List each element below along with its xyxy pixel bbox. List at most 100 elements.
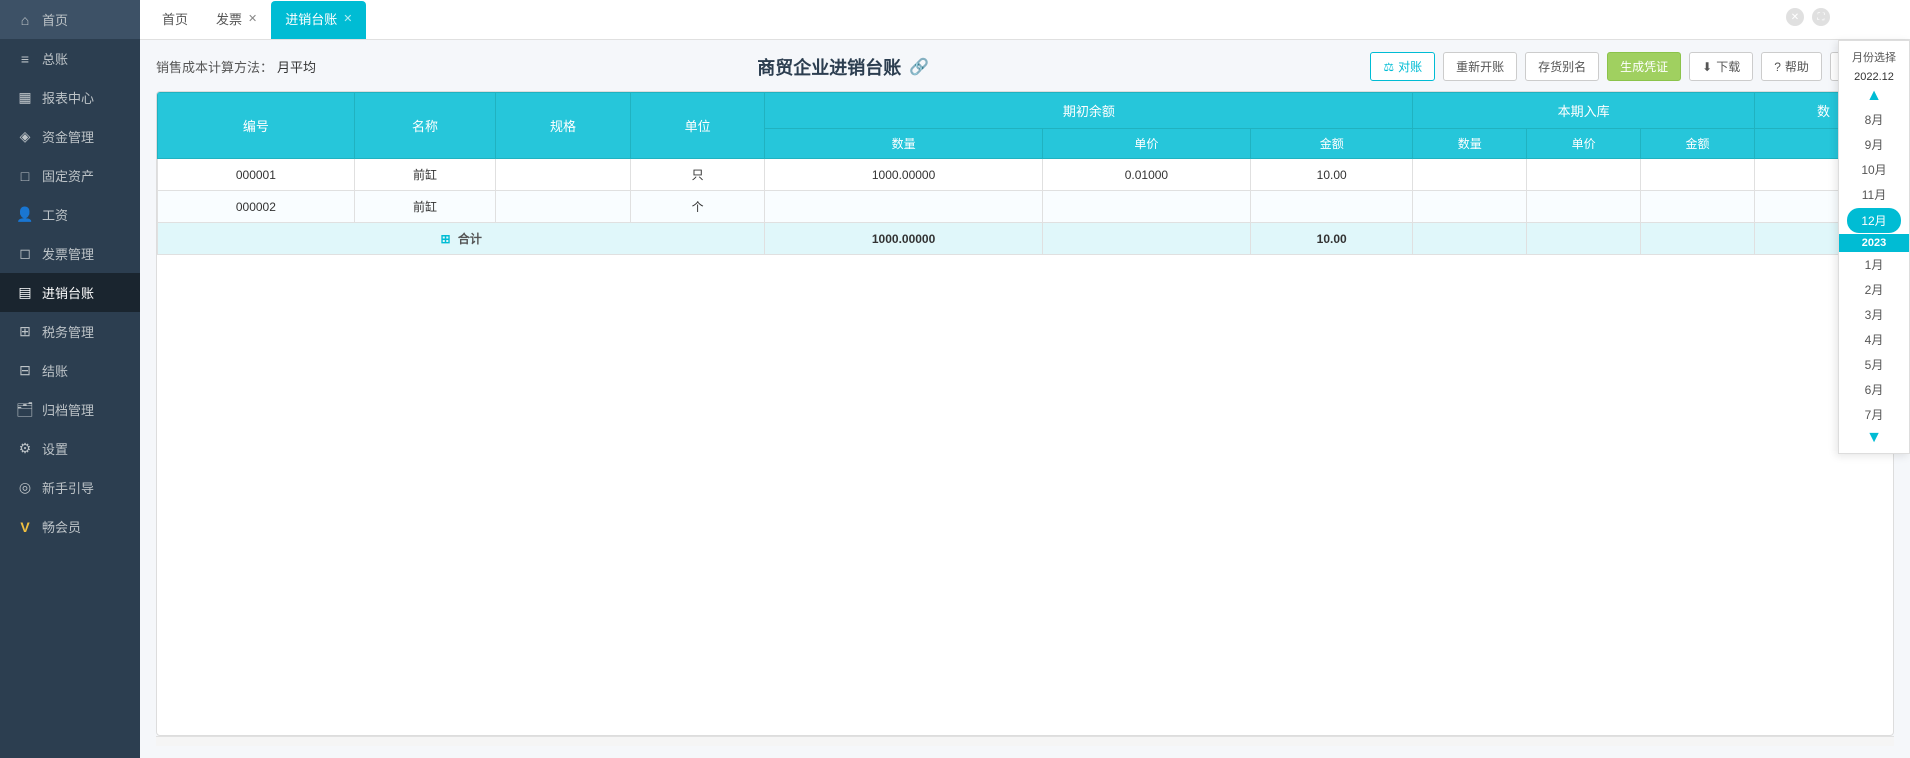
assets-icon: □ [16, 168, 34, 184]
total-icon: ⊞ [440, 232, 450, 246]
sidebar-item-label: 首页 [42, 10, 68, 29]
month-item-3[interactable]: 3月 [1839, 302, 1909, 327]
month-item-2[interactable]: 2月 [1839, 277, 1909, 302]
sidebar-item-funds[interactable]: ◈ 资金管理 [0, 117, 140, 156]
in-unit-price-header: 单价 [1527, 129, 1641, 159]
reconcile-icon: ⚖ [1383, 60, 1394, 74]
tab-home[interactable]: 首页 [148, 1, 202, 39]
help-button[interactable]: ? 帮助 [1761, 52, 1822, 81]
sidebar-item-assets[interactable]: □ 固定资产 [0, 156, 140, 195]
tab-purchase-sales[interactable]: 进销台账 ✕ [271, 1, 366, 39]
ledger-icon: ≡ [16, 51, 34, 67]
page-title: 商贸企业进销台账 [757, 54, 901, 80]
month-item-1[interactable]: 1月 [1839, 252, 1909, 277]
start-amount-header: 金额 [1251, 129, 1413, 159]
total-start-amount: 10.00 [1251, 223, 1413, 255]
total-in-qty [1413, 223, 1527, 255]
sidebar-item-purchase-sales[interactable]: ▤ 进销台账 [0, 273, 140, 312]
window-controls: ✕ ⛶ [1786, 8, 1830, 26]
month-item-6[interactable]: 6月 [1839, 377, 1909, 402]
period-in-header: 本期入库 [1413, 93, 1755, 129]
month-item-8[interactable]: 8月 [1839, 107, 1909, 132]
settings-icon: ⚙ [16, 440, 34, 457]
col-name-header: 名称 [354, 93, 495, 159]
sidebar-item-settings[interactable]: ⚙ 设置 [0, 429, 140, 468]
col-code-header: 编号 [158, 93, 355, 159]
window-close-button[interactable]: ✕ [1786, 8, 1804, 26]
reconcile-button[interactable]: ⚖ 对账 [1370, 52, 1435, 81]
tab-invoice-close[interactable]: ✕ [248, 12, 257, 25]
sidebar-item-close[interactable]: ⊟ 结账 [0, 351, 140, 390]
sidebar-item-label: 发票管理 [42, 244, 94, 263]
month-item-7[interactable]: 7月 [1839, 402, 1909, 427]
row2-in-unit-price [1527, 191, 1641, 223]
row2-unit: 个 [630, 191, 765, 223]
sidebar-item-home[interactable]: ⌂ 首页 [0, 0, 140, 39]
sidebar-item-label: 工资 [42, 205, 68, 224]
row2-spec [496, 191, 631, 223]
month-panel-year-2022: 2022.12 [1854, 69, 1894, 85]
table-row: 000001 前缸 只 1000.00000 0.01000 10.00 [158, 159, 1893, 191]
total-label: 合计 [458, 232, 482, 246]
total-row: ⊞ 合计 1000.00000 10.00 [158, 223, 1893, 255]
main-table: 编号 名称 规格 单位 期初余额 本期入库 数 数量 单价 金额 数量 单价 [157, 92, 1893, 255]
month-item-10[interactable]: 10月 [1839, 157, 1909, 182]
month-item-5[interactable]: 5月 [1839, 352, 1909, 377]
sidebar-item-tax[interactable]: ⊞ 税务管理 [0, 312, 140, 351]
sidebar-item-ledger[interactable]: ≡ 总账 [0, 39, 140, 78]
sidebar-item-guide[interactable]: ◎ 新手引导 [0, 468, 140, 507]
in-amount-header: 金额 [1641, 129, 1755, 159]
sidebar-item-invoice-mgmt[interactable]: ◻ 发票管理 [0, 234, 140, 273]
row1-in-unit-price [1527, 159, 1641, 191]
sidebar-item-label: 税务管理 [42, 322, 94, 341]
month-item-9[interactable]: 9月 [1839, 132, 1909, 157]
sidebar-item-vip[interactable]: V 畅会员 [0, 507, 140, 546]
month-item-12[interactable]: 12月 [1847, 208, 1901, 233]
sidebar-item-label: 固定资产 [42, 166, 94, 185]
title-info-icon[interactable]: 🔗 [909, 57, 929, 77]
page-title-area: 商贸企业进销台账 🔗 [316, 54, 1370, 80]
start-qty-header: 数量 [765, 129, 1042, 159]
total-start-qty: 1000.00000 [765, 223, 1042, 255]
month-panel-up-arrow[interactable]: ▲ [1866, 85, 1882, 107]
sidebar-item-label: 资金管理 [42, 127, 94, 146]
month-item-11[interactable]: 11月 [1839, 182, 1909, 207]
total-label-cell: ⊞ 合计 [158, 223, 765, 255]
row2-start-qty [765, 191, 1042, 223]
month-panel-year-2023: 2023 [1839, 234, 1909, 252]
tab-invoice[interactable]: 发票 ✕ [202, 1, 271, 39]
horizontal-scrollbar[interactable] [156, 736, 1894, 746]
reopen-button[interactable]: 重新开账 [1443, 52, 1517, 81]
sidebar-item-label: 报表中心 [42, 88, 94, 107]
sidebar-item-reports[interactable]: ▦ 报表中心 [0, 78, 140, 117]
tab-purchase-sales-label: 进销台账 [285, 9, 337, 28]
row1-unit: 只 [630, 159, 765, 191]
month-panel-title: 月份选择 [1852, 45, 1896, 69]
row2-start-unit-price [1042, 191, 1250, 223]
tax-icon: ⊞ [16, 323, 34, 340]
close-acct-icon: ⊟ [16, 362, 34, 379]
tab-invoice-label: 发票 [216, 9, 242, 28]
payroll-icon: 👤 [16, 206, 34, 223]
guide-icon: ◎ [16, 479, 34, 496]
row2-name: 前缸 [354, 191, 495, 223]
sidebar-item-label: 新手引导 [42, 478, 94, 497]
row1-name: 前缸 [354, 159, 495, 191]
row2-code: 000002 [158, 191, 355, 223]
month-panel-down-arrow[interactable]: ▼ [1866, 427, 1882, 449]
sidebar-item-payroll[interactable]: 👤 工资 [0, 195, 140, 234]
save-alias-button[interactable]: 存货别名 [1525, 52, 1599, 81]
row1-start-amount: 10.00 [1251, 159, 1413, 191]
reports-icon: ▦ [16, 89, 34, 106]
tab-purchase-sales-close[interactable]: ✕ [343, 12, 352, 25]
sidebar-item-archive[interactable]: 🗂 归档管理 [0, 390, 140, 429]
month-item-4[interactable]: 4月 [1839, 327, 1909, 352]
row1-spec [496, 159, 631, 191]
download-button[interactable]: ⬇ 下载 [1689, 52, 1753, 81]
help-icon: ? [1774, 60, 1781, 74]
row2-in-amount [1641, 191, 1755, 223]
tab-home-label: 首页 [162, 9, 188, 28]
vip-icon: V [16, 519, 34, 535]
window-maximize-button[interactable]: ⛶ [1812, 8, 1830, 26]
generate-voucher-button[interactable]: 生成凭证 [1607, 52, 1681, 81]
